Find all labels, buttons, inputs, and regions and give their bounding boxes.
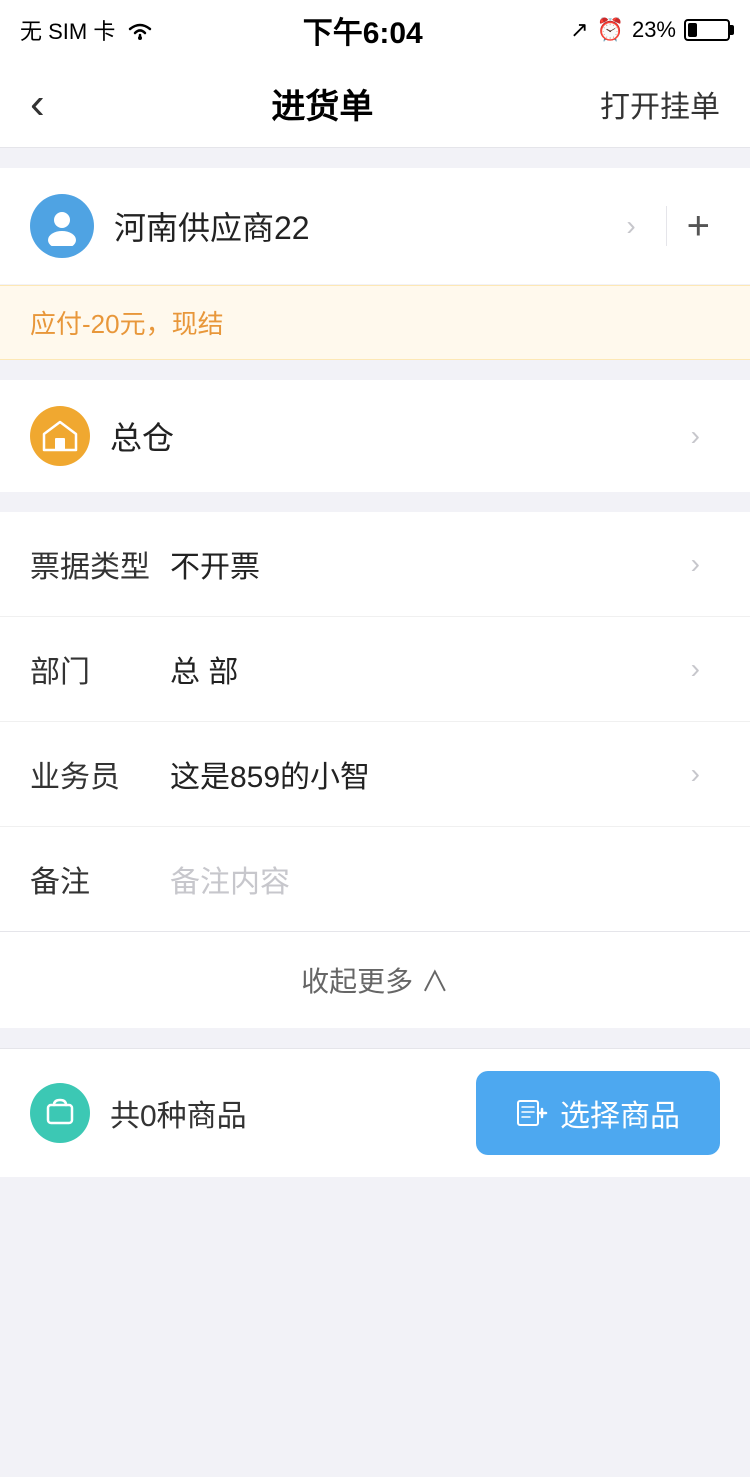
note-row[interactable]: 备注 备注内容 — [0, 827, 750, 931]
staff-label: 业务员 — [30, 752, 170, 796]
select-product-label: 选择商品 — [560, 1091, 680, 1135]
warehouse-row[interactable]: 总仓 › — [0, 380, 750, 492]
bill-type-label: 票据类型 — [30, 542, 170, 586]
bottom-bar: 共0种商品 选择商品 — [0, 1048, 750, 1177]
gap-2 — [0, 360, 750, 380]
wifi-icon — [125, 19, 155, 41]
gap-4 — [0, 1028, 750, 1048]
person-icon — [42, 206, 82, 246]
warehouse-label: 总仓 — [110, 413, 671, 459]
bill-type-chevron-icon: › — [691, 548, 700, 580]
note-input[interactable]: 备注内容 — [170, 857, 720, 901]
product-icon — [30, 1083, 90, 1143]
vertical-divider — [666, 206, 667, 246]
open-pending-button[interactable]: 打开挂单 — [600, 82, 720, 126]
dept-row[interactable]: 部门 总 部 › — [0, 617, 750, 722]
select-product-button[interactable]: 选择商品 — [476, 1071, 720, 1155]
staff-chevron-icon: › — [691, 758, 700, 790]
status-bar: 无 SIM 卡 下午6:04 ↗ ⏰ 23% — [0, 0, 750, 60]
nav-bar: ‹ 进货单 打开挂单 — [0, 60, 750, 148]
supplier-avatar — [30, 194, 94, 258]
bill-type-value: 不开票 — [170, 542, 691, 586]
product-count-label: 共0种商品 — [110, 1091, 456, 1135]
collapse-label[interactable]: 收起更多 ∧ — [301, 960, 449, 1000]
collapse-row[interactable]: 收起更多 ∧ — [0, 931, 750, 1028]
dept-chevron-icon: › — [691, 653, 700, 685]
supplier-name: 河南供应商22 — [114, 203, 310, 249]
alarm-icon: ⏰ — [597, 17, 624, 43]
battery-pct: 23% — [632, 17, 676, 43]
warehouse-chevron-icon: › — [691, 420, 700, 452]
gap-1 — [0, 148, 750, 168]
warehouse-section: 总仓 › — [0, 380, 750, 492]
back-button[interactable]: ‹ — [30, 79, 45, 129]
house-icon — [42, 418, 78, 454]
cart-icon — [42, 1095, 78, 1131]
page-title: 进货单 — [271, 79, 373, 128]
supplier-row[interactable]: 河南供应商22 › + — [0, 168, 750, 285]
direction-icon: ↗ — [570, 17, 588, 43]
supplier-chevron-icon: › — [626, 210, 635, 242]
dept-value: 总 部 — [170, 647, 691, 691]
supplier-left: 河南供应商22 — [30, 194, 626, 258]
bill-type-row[interactable]: 票据类型 不开票 › — [0, 512, 750, 617]
notice-text: 应付-20元，现结 — [30, 309, 224, 339]
gap-3 — [0, 492, 750, 512]
sim-label: 无 SIM 卡 — [20, 14, 115, 46]
gray-fill-area — [0, 1177, 750, 1477]
form-section: 票据类型 不开票 › 部门 总 部 › 业务员 这是859的小智 › 备注 备注… — [0, 512, 750, 1028]
supplier-section: 河南供应商22 › + 应付-20元，现结 — [0, 168, 750, 360]
staff-value: 这是859的小智 — [170, 752, 691, 796]
status-time: 下午6:04 — [303, 8, 423, 52]
select-product-icon — [516, 1097, 548, 1129]
staff-row[interactable]: 业务员 这是859的小智 › — [0, 722, 750, 827]
warehouse-icon — [30, 406, 90, 466]
status-left: 无 SIM 卡 — [20, 14, 155, 46]
notice-banner: 应付-20元，现结 — [0, 285, 750, 360]
add-button[interactable]: + — [677, 204, 720, 249]
battery-icon — [684, 19, 730, 41]
status-right: ↗ ⏰ 23% — [570, 17, 730, 43]
note-label: 备注 — [30, 857, 170, 901]
dept-label: 部门 — [30, 647, 170, 691]
